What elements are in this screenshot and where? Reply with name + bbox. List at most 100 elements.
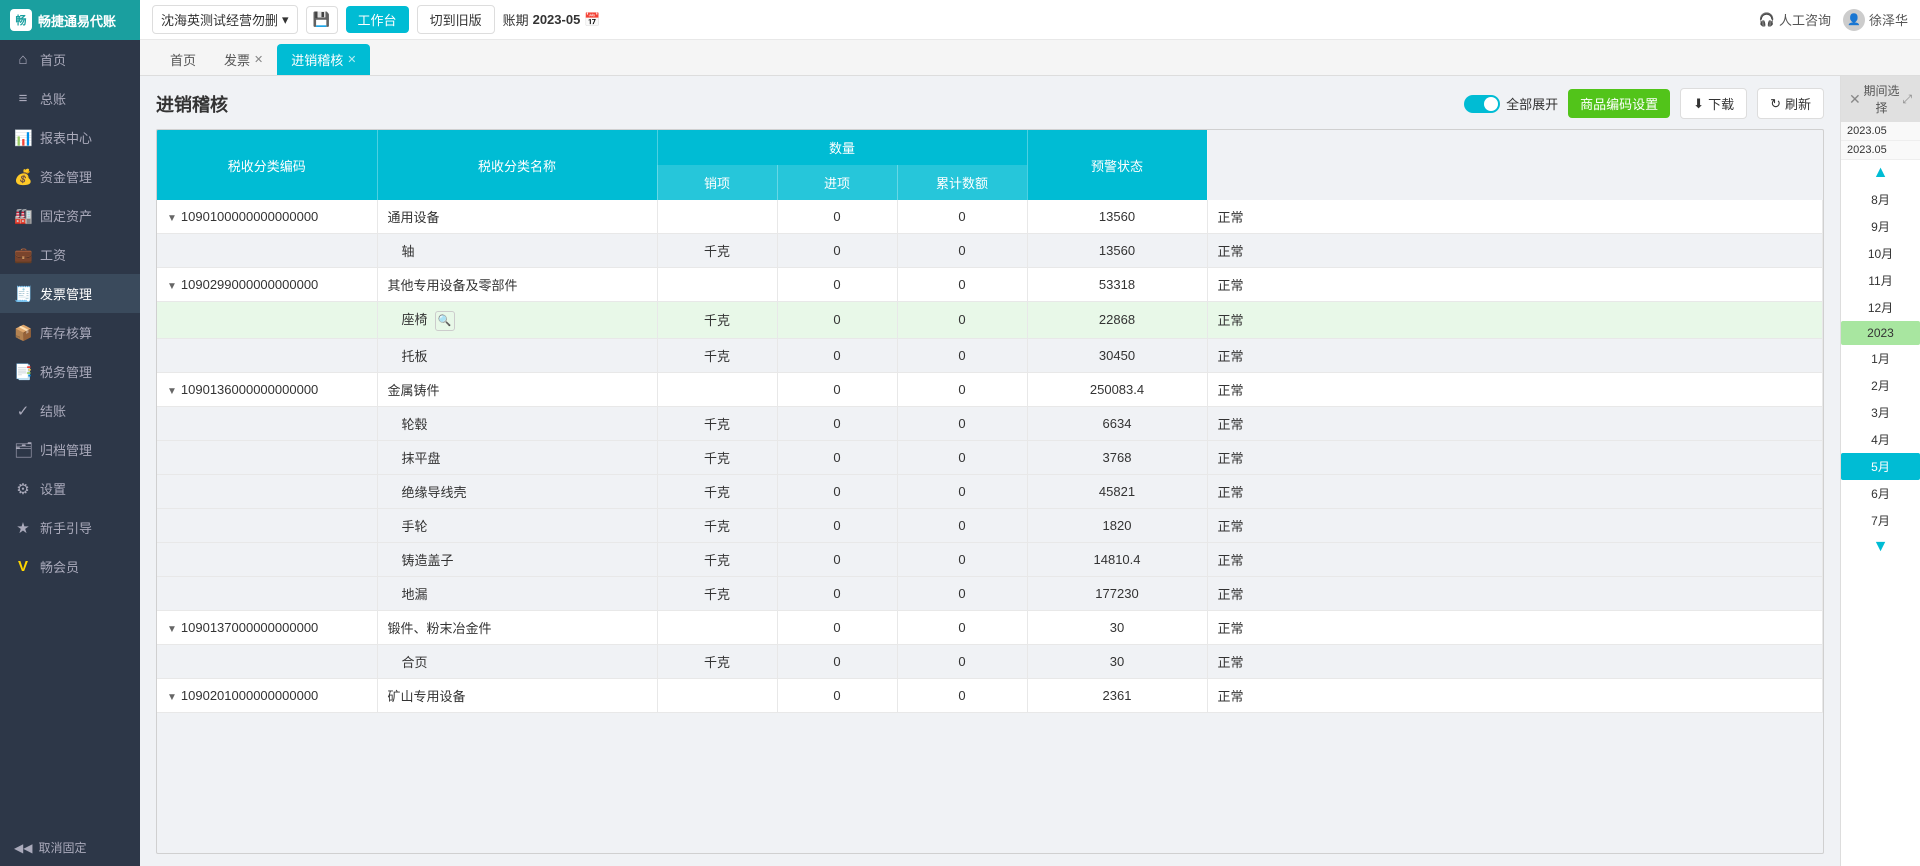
table-status: 正常 xyxy=(1207,440,1823,474)
tax-icon: 📑 xyxy=(14,363,32,381)
table-sales: 0 xyxy=(777,474,897,508)
table-unit: 千克 xyxy=(657,474,777,508)
sidebar-item-label: 库存核算 xyxy=(40,323,92,342)
month-2[interactable]: 2月 xyxy=(1841,372,1920,399)
tab-reconcile-close[interactable]: ✕ xyxy=(347,53,356,66)
table-sales: 0 xyxy=(777,302,897,339)
topbar: 沈海英测试经营勿删 ▾ 💾 工作台 切到旧版 账期 2023-05 📅 🎧 人工… xyxy=(140,0,1920,40)
month-11[interactable]: 11月 xyxy=(1841,267,1920,294)
table-purchase: 0 xyxy=(897,200,1027,234)
table-code-empty xyxy=(157,302,377,339)
assets-icon: 🏭 xyxy=(14,207,32,225)
download-btn[interactable]: ⬇ 下载 xyxy=(1680,88,1747,119)
sidebar-item-salary[interactable]: 💼 工资 xyxy=(0,235,140,274)
page-actions: 全部展开 商品编码设置 ⬇ 下载 ↻ 刷新 xyxy=(1464,88,1824,119)
company-selector[interactable]: 沈海英测试经营勿删 ▾ xyxy=(152,5,298,34)
table-name: 其他专用设备及零部件 xyxy=(377,268,657,302)
month-1[interactable]: 1月 xyxy=(1841,345,1920,372)
sidebar-item-ledger[interactable]: ≡ 总账 xyxy=(0,79,140,118)
sidebar-item-guide[interactable]: ★ 新手引导 xyxy=(0,508,140,547)
table-status: 正常 xyxy=(1207,406,1823,440)
month-10[interactable]: 10月 xyxy=(1841,240,1920,267)
table-code: ▼1090137000000000000 xyxy=(157,610,377,644)
panel-maximize[interactable]: ⤢ xyxy=(1902,92,1912,107)
sidebar-item-home[interactable]: ⌂ 首页 xyxy=(0,40,140,79)
search-icon[interactable]: 🔍 xyxy=(435,311,455,331)
sidebar-item-label: 新手引导 xyxy=(40,518,92,537)
sidebar-item-inventory[interactable]: 📦 库存核算 xyxy=(0,313,140,352)
sidebar-item-assets[interactable]: 🏭 固定资产 xyxy=(0,196,140,235)
tab-bar: 首页 发票 ✕ 进销稽核 ✕ xyxy=(140,40,1920,76)
unpin-icon: ◀◀ xyxy=(14,841,32,855)
panel-close[interactable]: ✕ xyxy=(1849,91,1861,108)
table-unit: 千克 xyxy=(657,302,777,339)
month-6[interactable]: 6月 xyxy=(1841,480,1920,507)
tab-reconcile[interactable]: 进销稽核 ✕ xyxy=(277,44,370,75)
sidebar-item-checkout[interactable]: ✓ 结账 xyxy=(0,391,140,430)
month-8[interactable]: 8月 xyxy=(1841,186,1920,213)
table-unit: 千克 xyxy=(657,576,777,610)
sidebar-item-finance[interactable]: 💰 资金管理 xyxy=(0,157,140,196)
month-7[interactable]: 7月 xyxy=(1841,507,1920,534)
table-unit: 千克 xyxy=(657,338,777,372)
month-5[interactable]: 5月 xyxy=(1841,453,1920,480)
switch-version-button[interactable]: 切到旧版 xyxy=(417,5,495,34)
sidebar-item-archive[interactable]: 🗂 归档管理 xyxy=(0,430,140,469)
table-sales: 0 xyxy=(777,610,897,644)
table-name: 通用设备 xyxy=(377,200,657,234)
table-status: 正常 xyxy=(1207,234,1823,268)
table-code-empty xyxy=(157,406,377,440)
table-unit: 千克 xyxy=(657,440,777,474)
table-purchase: 0 xyxy=(897,542,1027,576)
table-name: 锻件、粉末冶金件 xyxy=(377,610,657,644)
table-unit xyxy=(657,268,777,302)
month-3[interactable]: 3月 xyxy=(1841,399,1920,426)
page-header: 进销稽核 全部展开 商品编码设置 ⬇ 下载 ↻ 刷新 xyxy=(156,88,1824,119)
support-button[interactable]: 🎧 人工咨询 xyxy=(1759,10,1831,29)
table-status: 正常 xyxy=(1207,338,1823,372)
table-sales: 0 xyxy=(777,268,897,302)
sidebar-item-reports[interactable]: 📊 报表中心 xyxy=(0,118,140,157)
year-2023[interactable]: 2023 xyxy=(1841,321,1920,345)
company-dropdown-icon: ▾ xyxy=(282,12,289,28)
workstation-button[interactable]: 工作台 xyxy=(346,6,409,33)
refresh-btn[interactable]: ↻ 刷新 xyxy=(1757,88,1824,119)
product-code-btn[interactable]: 商品编码设置 xyxy=(1568,89,1670,118)
user-profile[interactable]: 👤 徐泽华 xyxy=(1843,9,1908,31)
table-status: 正常 xyxy=(1207,542,1823,576)
col-quantity: 数量 xyxy=(657,130,1027,165)
table-sales: 0 xyxy=(777,406,897,440)
inventory-icon: 📦 xyxy=(14,324,32,342)
sidebar-item-settings[interactable]: ⚙ 设置 xyxy=(0,469,140,508)
archive-icon: 🗂 xyxy=(14,441,32,459)
table-purchase: 0 xyxy=(897,268,1027,302)
sidebar-item-label: 畅会员 xyxy=(40,557,79,576)
guide-icon: ★ xyxy=(14,519,32,537)
toggle-switch[interactable] xyxy=(1464,95,1500,113)
right-panel: ✕ 期间选择 ⤢ 2023.05 2023.05 ▲ 8月 9月 10月 11月… xyxy=(1840,76,1920,866)
sidebar-item-tax[interactable]: 📑 税务管理 xyxy=(0,352,140,391)
save-draft-button[interactable]: 💾 xyxy=(306,6,338,34)
refresh-icon: ↻ xyxy=(1770,96,1781,112)
table-name: 托板 xyxy=(377,338,657,372)
calendar-icon[interactable]: 📅 xyxy=(584,12,600,28)
sidebar-item-invoice[interactable]: 🧾 发票管理 xyxy=(0,274,140,313)
tab-invoice[interactable]: 发票 ✕ xyxy=(210,44,277,75)
tab-invoice-close[interactable]: ✕ xyxy=(254,53,263,66)
sidebar-item-label: 报表中心 xyxy=(40,128,92,147)
period-display: 账期 2023-05 📅 xyxy=(503,10,601,29)
table-sales: 0 xyxy=(777,576,897,610)
table-code-empty xyxy=(157,542,377,576)
expand-toggle[interactable]: 全部展开 xyxy=(1464,94,1558,113)
month-12[interactable]: 12月 xyxy=(1841,294,1920,321)
table-total: 30450 xyxy=(1027,338,1207,372)
app-logo: 畅 畅捷通易代账 xyxy=(0,0,140,40)
table-status: 正常 xyxy=(1207,302,1823,339)
scroll-up[interactable]: ▲ xyxy=(1841,160,1920,186)
sidebar-unpin[interactable]: ◀◀ 取消固定 xyxy=(0,829,140,866)
tab-home[interactable]: 首页 xyxy=(156,44,210,75)
sidebar-item-member[interactable]: V 畅会员 xyxy=(0,547,140,586)
scroll-down[interactable]: ▼ xyxy=(1841,534,1920,560)
month-4[interactable]: 4月 xyxy=(1841,426,1920,453)
month-9[interactable]: 9月 xyxy=(1841,213,1920,240)
